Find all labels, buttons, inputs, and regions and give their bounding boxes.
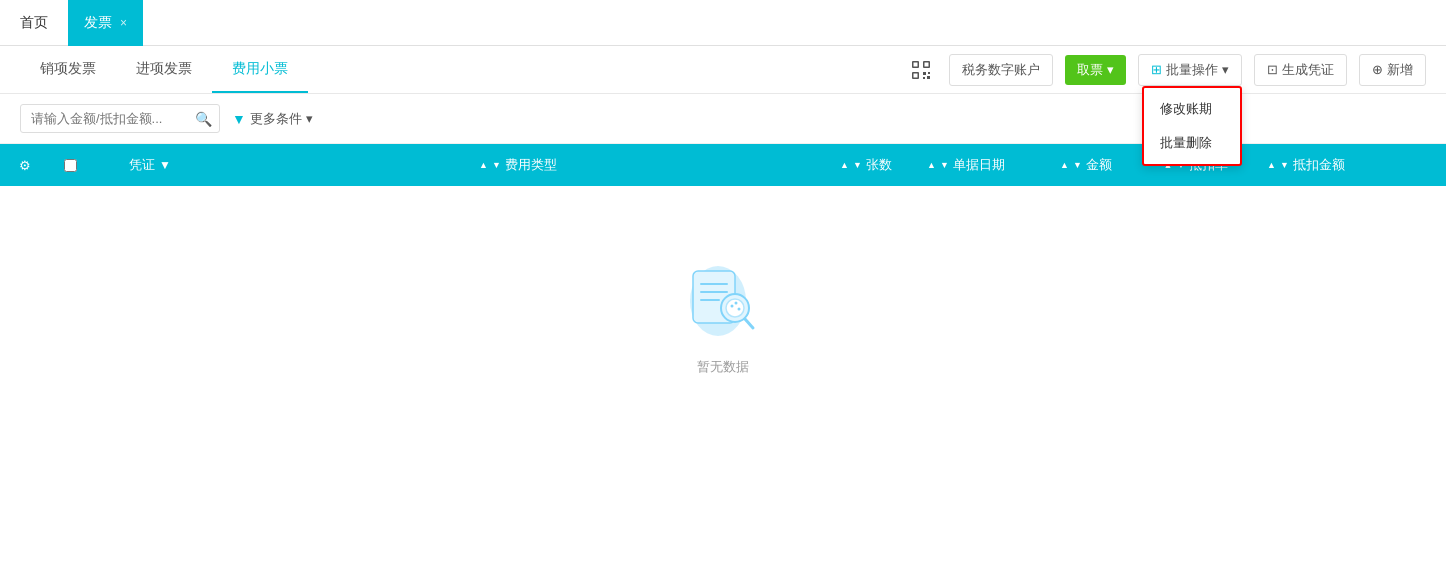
more-conditions-chevron-icon: ▾ — [306, 111, 313, 126]
header-date: ▲ ▼ 单据日期 — [906, 144, 1026, 186]
svg-rect-7 — [914, 62, 918, 66]
svg-rect-8 — [925, 62, 929, 66]
search-icon[interactable]: 🔍 — [195, 111, 212, 127]
header-expense-type: ▲ ▼ 费用类型 — [210, 144, 826, 186]
filter-icon: ▼ — [232, 111, 246, 127]
voucher-filter-icon[interactable]: ▼ — [159, 158, 171, 172]
main-content: 暂无数据 — [0, 186, 1446, 584]
header-deduct-amount: ▲ ▼ 抵扣金额 — [1246, 144, 1366, 186]
gen-voucher-label: 生成凭证 — [1282, 61, 1334, 79]
batch-op-chevron-icon: ▾ — [1222, 62, 1229, 77]
invoice-tab-label: 发票 — [84, 14, 112, 32]
svg-line-17 — [745, 319, 753, 328]
sales-invoice-tab[interactable]: 销项发票 — [20, 46, 116, 93]
amount-sort-up-icon: ▲ — [1060, 160, 1069, 170]
sort-down-icon: ▼ — [492, 160, 501, 170]
invoice-tab[interactable]: 发票 × — [68, 0, 143, 46]
search-wrap: 🔍 — [20, 104, 220, 133]
svg-rect-5 — [923, 77, 925, 79]
expense-receipt-tab[interactable]: 费用小票 — [212, 46, 308, 93]
take-ticket-label: 取票 — [1077, 61, 1103, 79]
modify-period-item[interactable]: 修改账期 — [1144, 92, 1240, 126]
batch-op-dropdown: ⊞ 批量操作 ▾ 修改账期 批量删除 — [1138, 54, 1242, 86]
search-input[interactable] — [20, 104, 220, 133]
home-tab[interactable]: 首页 — [0, 14, 68, 32]
sort-up-icon: ▲ — [479, 160, 488, 170]
header-checkbox[interactable] — [50, 144, 90, 186]
close-tab-icon[interactable]: × — [120, 16, 127, 30]
take-ticket-dropdown: 取票 ▾ — [1065, 55, 1126, 85]
batch-op-button[interactable]: ⊞ 批量操作 ▾ — [1138, 54, 1242, 86]
gen-voucher-button[interactable]: ⊡ 生成凭证 — [1254, 54, 1347, 86]
deduct-amount-sort-up-icon: ▲ — [1267, 160, 1276, 170]
purchase-invoice-tab[interactable]: 进项发票 — [116, 46, 212, 93]
svg-rect-4 — [928, 72, 930, 74]
add-label: 新增 — [1387, 61, 1413, 79]
add-icon: ⊕ — [1372, 62, 1383, 77]
svg-rect-3 — [923, 72, 926, 75]
more-conditions-button[interactable]: ▼ 更多条件 ▾ — [232, 110, 313, 128]
header-count: ▲ ▼ 张数 — [826, 144, 906, 186]
batch-op-menu: 修改账期 批量删除 — [1142, 86, 1242, 166]
batch-op-label: 批量操作 — [1166, 61, 1218, 79]
take-ticket-chevron-icon: ▾ — [1107, 62, 1114, 77]
sub-nav: 销项发票 进项发票 费用小票 税务数字账户 取票 ▾ — [0, 46, 1446, 94]
svg-point-16 — [726, 299, 744, 317]
empty-illustration — [673, 246, 773, 346]
svg-point-19 — [735, 302, 738, 305]
header-gear[interactable]: ⚙ — [0, 144, 50, 186]
empty-state: 暂无数据 — [0, 186, 1446, 416]
amount-sort-down-icon: ▼ — [1073, 160, 1082, 170]
take-ticket-button[interactable]: 取票 ▾ — [1065, 55, 1126, 85]
batch-delete-item[interactable]: 批量删除 — [1144, 126, 1240, 160]
svg-rect-9 — [914, 73, 918, 77]
count-sort-up-icon: ▲ — [840, 160, 849, 170]
batch-icon: ⊞ — [1151, 62, 1162, 77]
header-voucher: 凭证 ▼ — [90, 144, 210, 186]
header-amount: ▲ ▼ 金额 — [1026, 144, 1146, 186]
header-extra — [1366, 144, 1446, 186]
tax-account-button[interactable]: 税务数字账户 — [949, 54, 1053, 86]
more-conditions-label: 更多条件 — [250, 110, 302, 128]
svg-point-18 — [731, 305, 734, 308]
sub-nav-right: 税务数字账户 取票 ▾ ⊞ 批量操作 ▾ 修改账期 批量删除 ⊡ 生成凭证 ⊕ — [905, 54, 1426, 86]
empty-text: 暂无数据 — [697, 358, 749, 376]
svg-point-20 — [738, 308, 741, 311]
add-button[interactable]: ⊕ 新增 — [1359, 54, 1426, 86]
select-all-checkbox[interactable] — [64, 159, 77, 172]
sub-nav-left: 销项发票 进项发票 费用小票 — [20, 46, 308, 93]
top-nav: 首页 发票 × — [0, 0, 1446, 46]
count-sort-down-icon: ▼ — [853, 160, 862, 170]
deduct-amount-sort-down-icon: ▼ — [1280, 160, 1289, 170]
qr-icon[interactable] — [905, 54, 937, 86]
gen-voucher-icon: ⊡ — [1267, 62, 1278, 77]
svg-rect-6 — [927, 76, 930, 79]
date-sort-down-icon: ▼ — [940, 160, 949, 170]
date-sort-up-icon: ▲ — [927, 160, 936, 170]
